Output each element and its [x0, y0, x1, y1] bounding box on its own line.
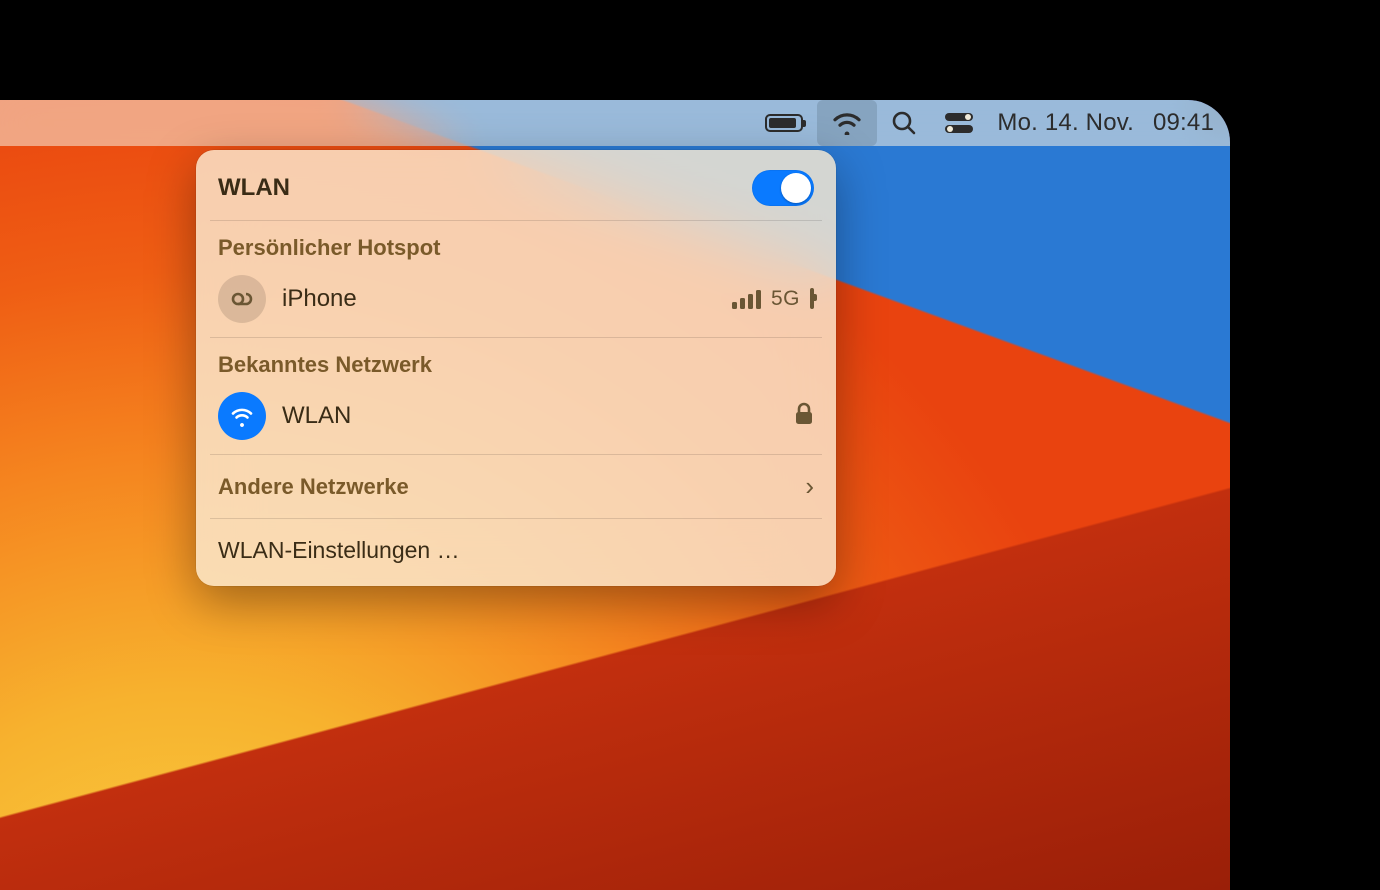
lock-icon [794, 402, 814, 431]
wifi-title-label: WLAN [218, 174, 290, 202]
wifi-toggle-knob [781, 173, 811, 203]
wifi-title-row: WLAN [196, 150, 836, 220]
hotspot-status: 5G [732, 287, 814, 311]
menubar-battery-item[interactable] [751, 100, 817, 146]
other-networks-label: Andere Netzwerke [218, 474, 409, 500]
menubar-wifi-item[interactable] [817, 100, 877, 146]
hotspot-icon [218, 275, 266, 323]
hotspot-battery-icon [810, 290, 814, 308]
wifi-settings-row[interactable]: WLAN-Einstellungen … [196, 519, 836, 586]
known-network-row[interactable]: WLAN [196, 384, 836, 454]
wifi-connected-icon [218, 392, 266, 440]
menubar-control-center-item[interactable] [931, 100, 987, 146]
menu-bar: Mo. 14. Nov. 09:41 [0, 100, 1230, 146]
control-center-icon [945, 113, 973, 133]
screen: Mo. 14. Nov. 09:41 WLAN Persönlicher Hot… [0, 100, 1230, 890]
known-section-label: Bekanntes Netzwerk [196, 338, 836, 384]
chevron-right-icon: › [805, 471, 814, 502]
wifi-dropdown-panel: WLAN Persönlicher Hotspot iPhone [196, 150, 836, 586]
hotspot-name: iPhone [282, 285, 716, 313]
cellular-type-label: 5G [771, 287, 800, 311]
hotspot-row[interactable]: iPhone 5G [196, 267, 836, 337]
battery-icon [765, 114, 803, 132]
other-networks-row[interactable]: Andere Netzwerke › [196, 455, 836, 518]
wifi-toggle[interactable] [752, 170, 814, 206]
known-network-name: WLAN [282, 402, 778, 430]
wifi-settings-label: WLAN-Einstellungen … [218, 537, 460, 564]
search-icon [891, 110, 917, 136]
menubar-spotlight-item[interactable] [877, 100, 931, 146]
laptop-bezel: Mo. 14. Nov. 09:41 WLAN Persönlicher Hot… [0, 0, 1380, 890]
menubar-date: Mo. 14. Nov. [997, 109, 1134, 136]
wifi-icon [831, 111, 863, 135]
hotspot-section-label: Persönlicher Hotspot [196, 221, 836, 267]
cellular-signal-icon [732, 289, 761, 309]
menubar-datetime[interactable]: Mo. 14. Nov. 09:41 [987, 109, 1214, 137]
menubar-time: 09:41 [1153, 109, 1214, 136]
